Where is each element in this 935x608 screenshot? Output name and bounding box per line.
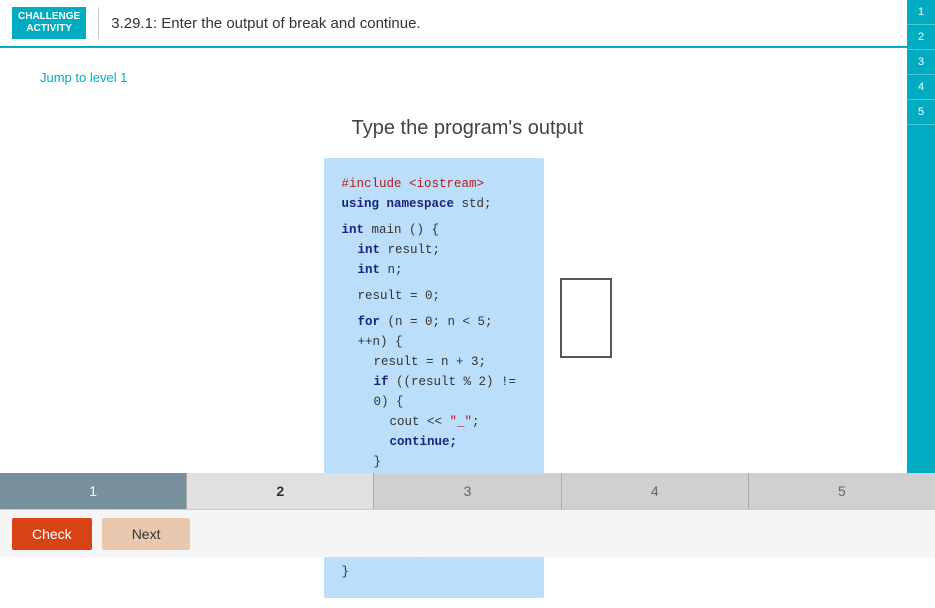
answer-input[interactable] [560,278,612,358]
step-2[interactable]: 2 [187,473,374,509]
sidebar-num-5: 5 [907,100,935,125]
activity-title: 3.29.1: Enter the output of break and co… [111,15,420,32]
code-line-3a: int [342,223,365,237]
code-line-2a: using namespace [342,197,455,211]
step-1[interactable]: 1 [0,473,187,509]
sidebar-num-1: 1 [907,0,935,25]
header: CHALLENGE ACTIVITY 3.29.1: Enter the out… [0,0,935,48]
challenge-badge: CHALLENGE ACTIVITY [12,7,86,39]
sidebar-num-2: 2 [907,25,935,50]
check-button[interactable]: Check [12,518,92,550]
step-5[interactable]: 5 [749,473,935,509]
step-3[interactable]: 3 [374,473,561,509]
step-bar: 1 2 3 4 5 [0,473,935,509]
code-line-1a: #include <iostream> [342,177,485,191]
step-4[interactable]: 4 [562,473,749,509]
sidebar-num-4: 4 [907,75,935,100]
jump-to-level-link[interactable]: Jump to level 1 [20,58,147,97]
next-button[interactable]: Next [102,518,191,550]
sidebar-num-3: 3 [907,50,935,75]
bottom-bar: Check Next [0,509,935,557]
prompt-title: Type the program's output [352,117,584,140]
